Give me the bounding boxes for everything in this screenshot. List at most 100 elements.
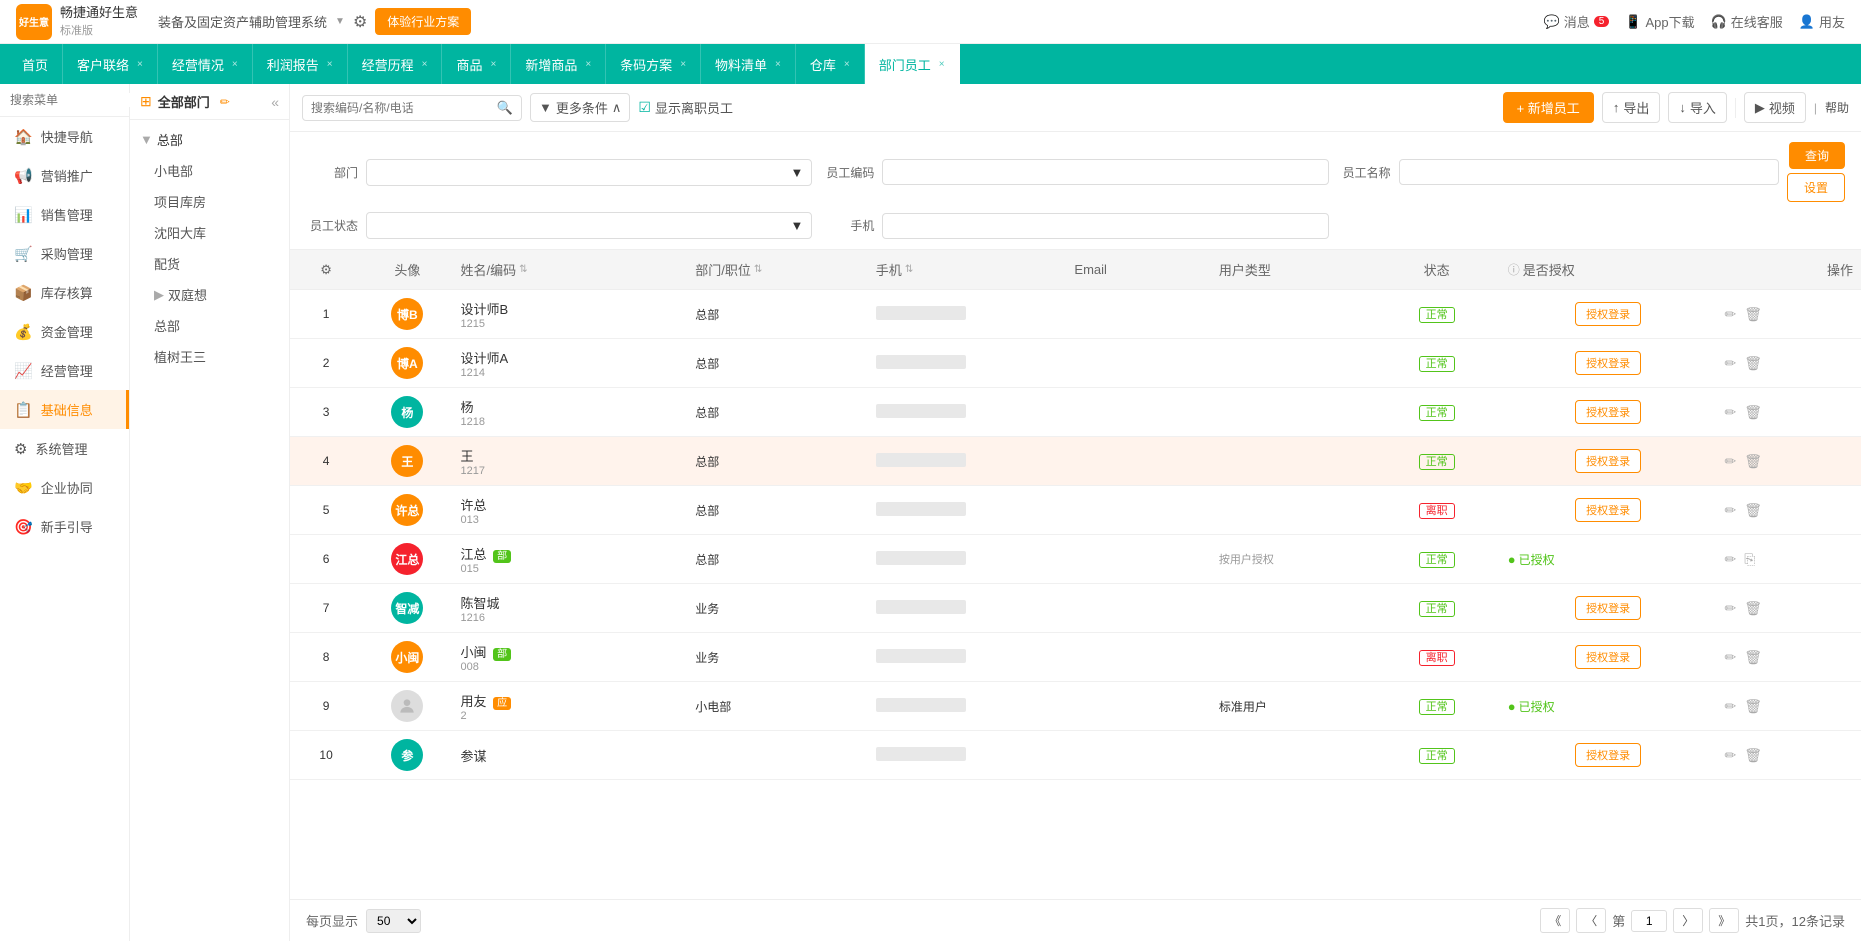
settings-icon[interactable]: ⚙: [353, 12, 367, 32]
auth-btn[interactable]: 授权登录: [1575, 743, 1641, 767]
filter-phone-input[interactable]: [882, 213, 1328, 239]
tab-profit[interactable]: 利润报告×: [253, 44, 348, 84]
import-btn[interactable]: ↓ 导入: [1668, 92, 1727, 123]
dept-node-xiaodian[interactable]: 小电部: [130, 155, 289, 186]
prev-page-btn[interactable]: 〈: [1576, 908, 1606, 933]
sidebar-item-guide[interactable]: 🎯 新手引导: [0, 507, 129, 546]
search-input[interactable]: [311, 101, 493, 115]
auth-btn[interactable]: 授权登录: [1575, 596, 1641, 620]
export-btn[interactable]: ↑ 导出: [1602, 92, 1661, 123]
auth-info-icon[interactable]: ⓘ: [1508, 261, 1520, 278]
first-page-btn[interactable]: 《: [1540, 908, 1570, 933]
sidebar-item-sales[interactable]: 📊 销售管理: [0, 195, 129, 234]
dept-node-peihuo[interactable]: 配货: [130, 248, 289, 279]
edit-icon[interactable]: ✏: [1724, 698, 1736, 715]
dept-node-zongbu[interactable]: 总部: [130, 310, 289, 341]
dept-node-shenyang[interactable]: 沈阳大库: [130, 217, 289, 248]
tab-operations[interactable]: 经营情况×: [158, 44, 253, 84]
delete-icon[interactable]: 🗑: [1744, 453, 1762, 470]
tab-dept-staff[interactable]: 部门员工×: [865, 44, 960, 84]
dept-node-zongbu-parent[interactable]: ▼ 总部: [130, 124, 289, 155]
show-inactive-toggle[interactable]: ☑ 显示离职员工: [638, 98, 733, 117]
next-page-btn[interactable]: 〉: [1673, 908, 1703, 933]
tab-history[interactable]: 经营历程×: [348, 44, 443, 84]
edit-icon[interactable]: ✏: [1724, 600, 1736, 617]
dept-edit-icon[interactable]: ✏: [220, 95, 230, 109]
help-btn[interactable]: 帮助: [1825, 99, 1849, 116]
tab-add-goods[interactable]: 新增商品×: [511, 44, 606, 84]
auth-btn[interactable]: 授权登录: [1575, 645, 1641, 669]
filter-dept-select[interactable]: ▼: [366, 159, 812, 186]
sidebar-item-basicinfo[interactable]: 📋 基础信息: [0, 390, 129, 429]
edit-icon[interactable]: ✏: [1724, 502, 1736, 519]
edit-icon[interactable]: ✏: [1724, 306, 1736, 323]
delete-icon[interactable]: 🗑: [1744, 600, 1762, 617]
auth-btn[interactable]: 授权登录: [1575, 449, 1641, 473]
dept-node-zhishu[interactable]: 植树王三: [130, 341, 289, 372]
th-dept[interactable]: 部门/职位 ⇅: [687, 250, 868, 290]
row-email: [1066, 633, 1210, 682]
arrow-down-icon: ▼: [140, 132, 153, 147]
delete-icon[interactable]: 🗑: [1744, 306, 1762, 323]
sidebar-item-finance[interactable]: 💰 资金管理: [0, 312, 129, 351]
service-btn[interactable]: 🎧 在线客服: [1711, 12, 1783, 31]
edit-icon[interactable]: ✏: [1724, 747, 1736, 764]
set-btn[interactable]: 设置: [1787, 173, 1845, 202]
tab-warehouse[interactable]: 仓库×: [796, 44, 865, 84]
delete-icon[interactable]: 🗑: [1744, 355, 1762, 372]
dept-tag: 部: [493, 648, 511, 661]
page-input[interactable]: [1631, 910, 1667, 932]
tab-bom[interactable]: 物料清单×: [701, 44, 796, 84]
sidebar-item-bizmanage[interactable]: 📈 经营管理: [0, 351, 129, 390]
th-settings[interactable]: ⚙: [290, 250, 362, 290]
sidebar-item-collab[interactable]: 🤝 企业协同: [0, 468, 129, 507]
filter-empname-input[interactable]: [1399, 159, 1779, 185]
auth-btn[interactable]: 授权登录: [1575, 351, 1641, 375]
query-btn[interactable]: 查询: [1789, 142, 1845, 169]
tab-barcode[interactable]: 条码方案×: [606, 44, 701, 84]
tab-home[interactable]: 首页: [8, 44, 63, 84]
tab-goods[interactable]: 商品×: [442, 44, 511, 84]
edit-icon[interactable]: ✏: [1724, 453, 1736, 470]
add-employee-btn[interactable]: + 新增员工: [1503, 92, 1594, 123]
auth-btn[interactable]: 授权登录: [1575, 498, 1641, 522]
tab-customer[interactable]: 客户联络×: [63, 44, 158, 84]
th-action: 操作: [1716, 250, 1861, 290]
auth-btn[interactable]: 授权登录: [1575, 400, 1641, 424]
per-page-select[interactable]: 50 100 200: [366, 909, 421, 933]
auth-btn[interactable]: 授权登录: [1575, 302, 1641, 326]
dept-collapse-icon[interactable]: «: [271, 94, 279, 110]
search-icon[interactable]: 🔍: [497, 100, 513, 116]
delete-icon[interactable]: 🗑: [1744, 649, 1762, 666]
th-name[interactable]: 姓名/编码 ⇅: [453, 250, 688, 290]
edit-icon[interactable]: ✏: [1724, 649, 1736, 666]
sidebar-item-inventory[interactable]: 📦 库存核算: [0, 273, 129, 312]
last-page-btn[interactable]: 》: [1709, 908, 1739, 933]
delete-icon[interactable]: 🗑: [1744, 698, 1762, 715]
dept-node-shuangting[interactable]: ▶ 双庭想: [130, 279, 289, 310]
copy-icon[interactable]: ⎘: [1744, 551, 1755, 568]
delete-icon[interactable]: 🗑: [1744, 747, 1762, 764]
app-download-btn[interactable]: 📱 App下载: [1625, 12, 1694, 31]
more-filter-btn[interactable]: ▼ 更多条件 ∧: [530, 93, 630, 122]
filter-status-select[interactable]: ▼: [366, 212, 812, 239]
dept-node-xiangmu[interactable]: 项目库房: [130, 186, 289, 217]
system-title-chevron[interactable]: ▼: [335, 16, 345, 27]
edit-icon[interactable]: ✏: [1724, 551, 1736, 568]
message-btn[interactable]: 💬 消息 5: [1544, 12, 1610, 31]
row-phone: [868, 535, 1067, 584]
edit-icon[interactable]: ✏: [1724, 355, 1736, 372]
sidebar-item-purchase[interactable]: 🛒 采购管理: [0, 234, 129, 273]
status-badge: 正常: [1419, 307, 1455, 323]
filter-empcode-input[interactable]: [882, 159, 1328, 185]
delete-icon[interactable]: 🗑: [1744, 404, 1762, 421]
trial-btn[interactable]: 体验行业方案: [375, 8, 471, 35]
sidebar-item-sysmanage[interactable]: ⚙ 系统管理: [0, 429, 129, 468]
video-btn[interactable]: ▶ 视频: [1744, 92, 1806, 123]
user-menu[interactable]: 👤 用友: [1799, 12, 1845, 31]
sidebar-item-marketing[interactable]: 📢 营销推广: [0, 156, 129, 195]
sidebar-item-quicknav[interactable]: 🏠 快捷导航: [0, 117, 129, 156]
edit-icon[interactable]: ✏: [1724, 404, 1736, 421]
th-phone[interactable]: 手机 ⇅: [868, 250, 1067, 290]
delete-icon[interactable]: 🗑: [1744, 502, 1762, 519]
